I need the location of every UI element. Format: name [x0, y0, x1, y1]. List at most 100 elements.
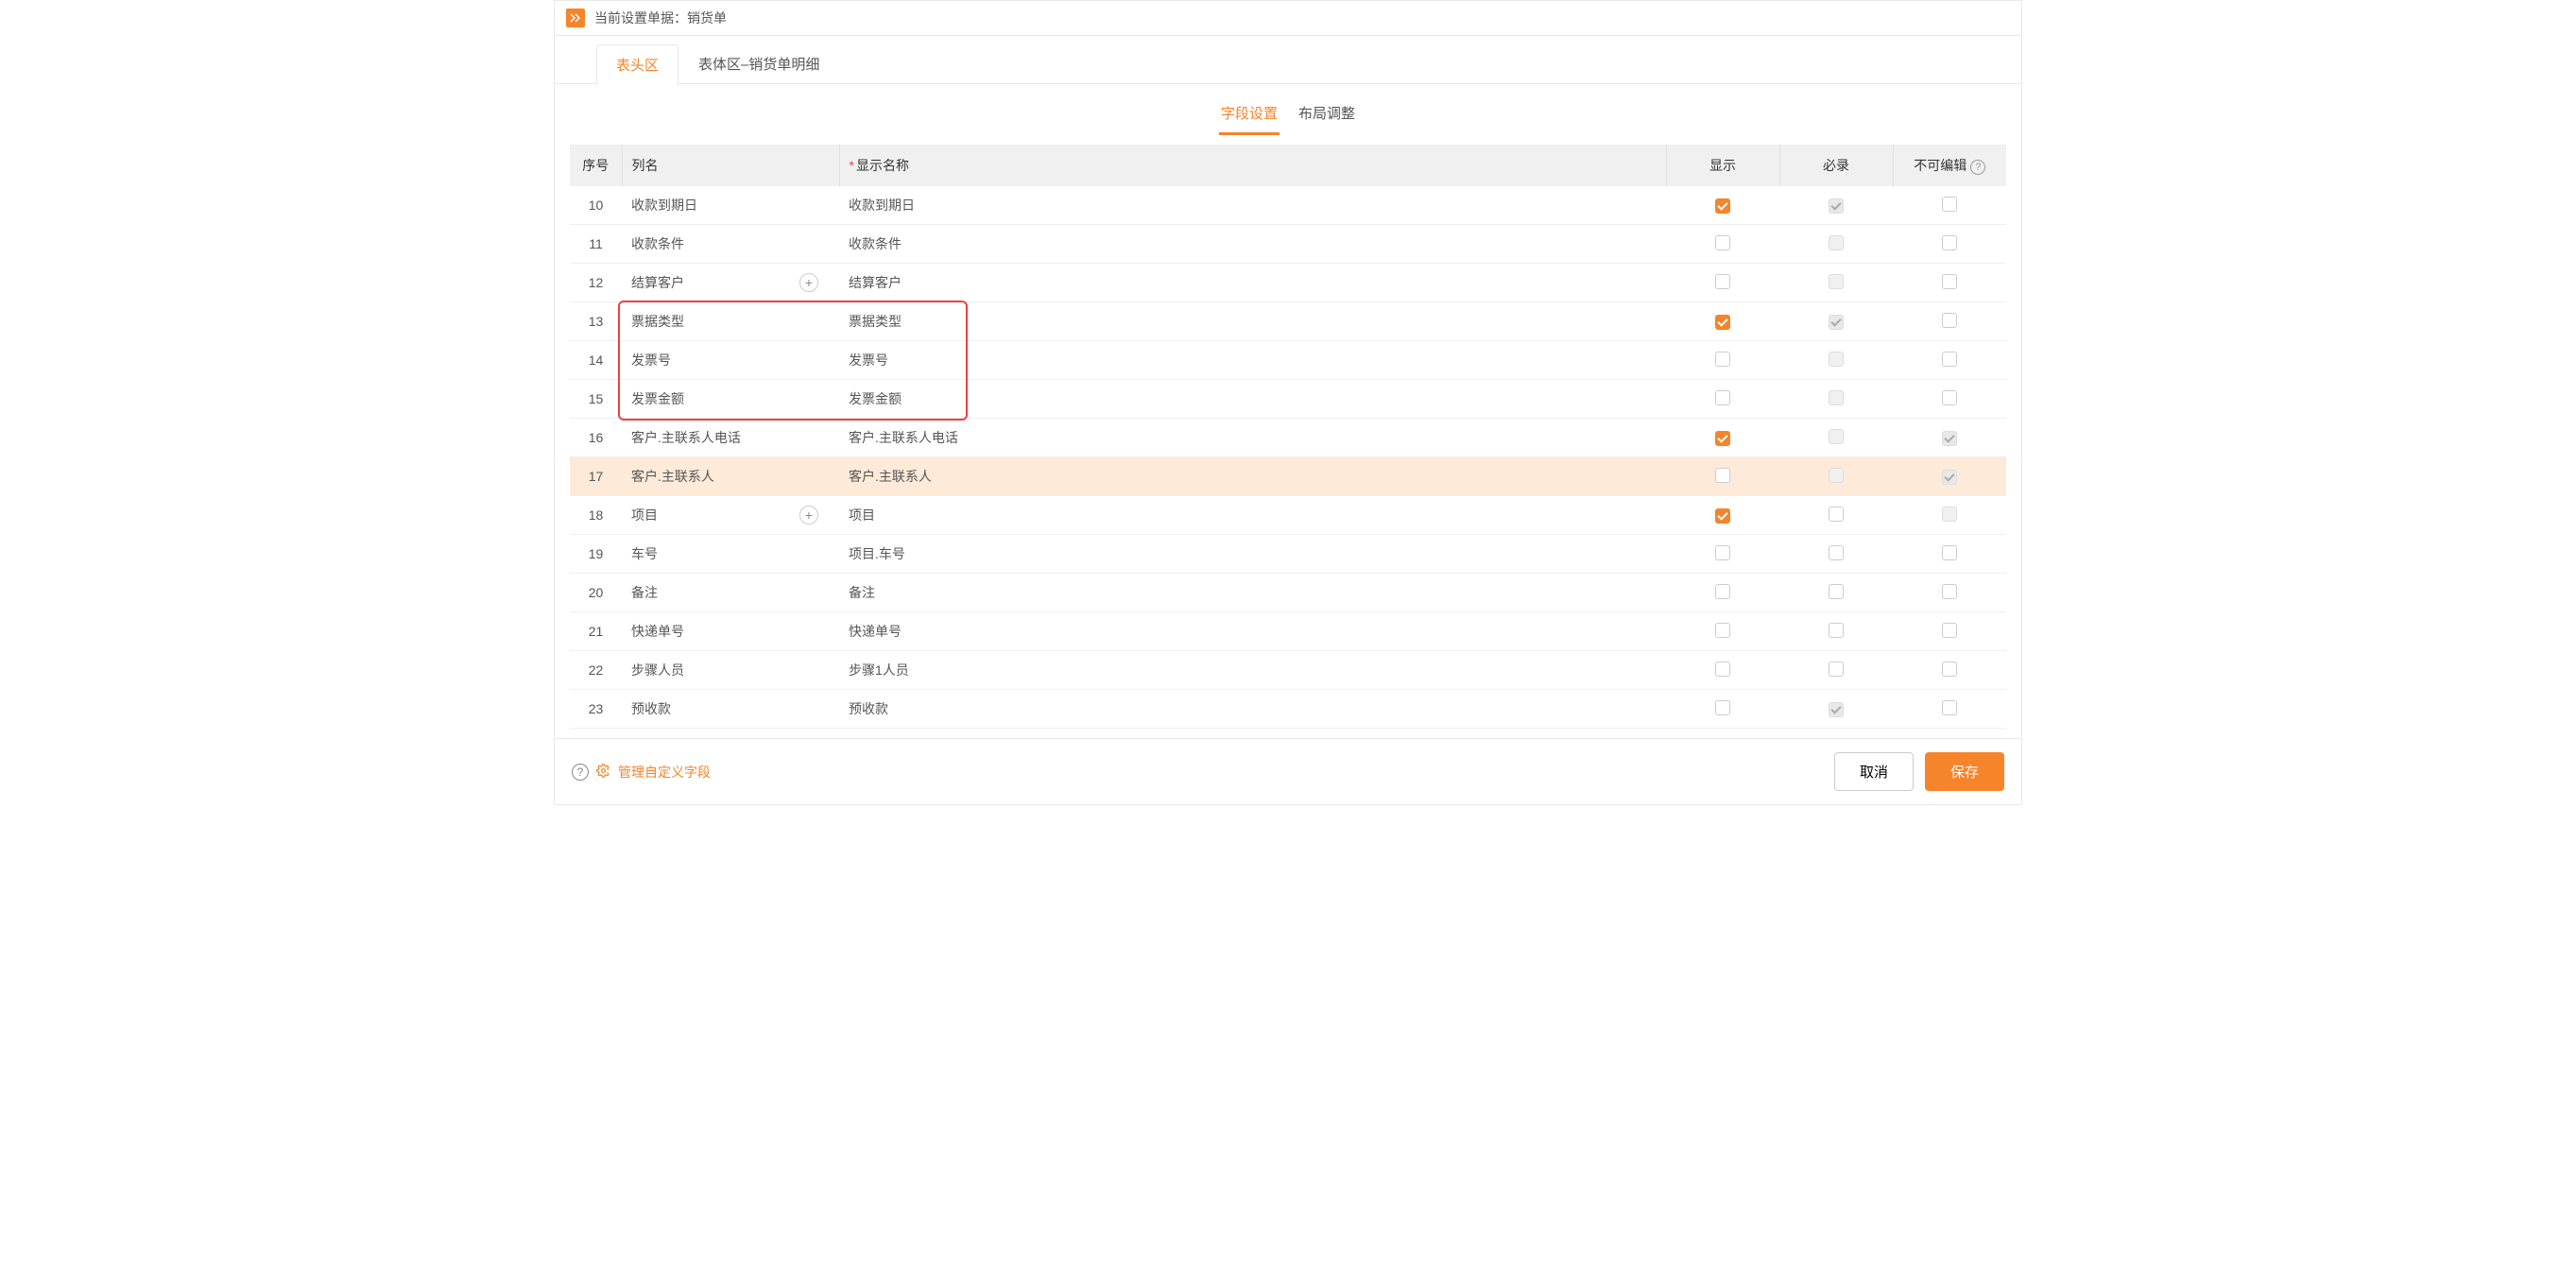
checkbox-required	[1829, 390, 1844, 405]
col-header-readonly: 不可编辑?	[1893, 145, 2006, 186]
footer: ? 管理自定义字段 取消 保存	[555, 738, 2021, 804]
table-row: 22步骤人员步骤1人员	[570, 651, 2006, 690]
row-seq: 18	[570, 496, 622, 535]
header-bar: 当前设置单据：销货单	[555, 1, 2021, 36]
add-sub-field-button[interactable]: +	[799, 273, 818, 292]
sub-tabs: 字段设置布局调整	[555, 84, 2021, 135]
row-display-name[interactable]: 客户.主联系人	[839, 457, 1666, 496]
checkbox-required	[1829, 702, 1844, 717]
collapse-button[interactable]	[566, 9, 585, 27]
manage-custom-fields-link[interactable]: 管理自定义字段	[618, 763, 711, 782]
row-col-name: 客户.主联系人电话	[622, 419, 839, 457]
checkbox-readonly[interactable]	[1942, 235, 1957, 250]
row-display-name[interactable]: 备注	[839, 574, 1666, 612]
row-display-name[interactable]: 客户.主联系人电话	[839, 419, 1666, 457]
row-display-name[interactable]: 发票号	[839, 341, 1666, 380]
table-row: 19车号项目.车号	[570, 535, 2006, 574]
checkbox-show[interactable]	[1715, 508, 1730, 524]
row-display-name[interactable]: 收款条件	[839, 225, 1666, 264]
table-row: 11收款条件收款条件	[570, 225, 2006, 264]
row-display-name[interactable]: 快递单号	[839, 612, 1666, 651]
checkbox-readonly[interactable]	[1942, 197, 1957, 212]
checkbox-required[interactable]	[1829, 584, 1844, 599]
table-row: 17客户.主联系人客户.主联系人	[570, 457, 2006, 496]
checkbox-required[interactable]	[1829, 545, 1844, 560]
row-display-name[interactable]: 发票金额	[839, 380, 1666, 419]
checkbox-readonly[interactable]	[1942, 274, 1957, 289]
checkbox-readonly	[1942, 470, 1957, 485]
cancel-button[interactable]: 取消	[1834, 752, 1914, 791]
row-display-name[interactable]: 票据类型	[839, 302, 1666, 341]
checkbox-readonly[interactable]	[1942, 313, 1957, 328]
checkbox-required	[1829, 429, 1844, 444]
checkbox-readonly[interactable]	[1942, 352, 1957, 367]
col-header-name: 列名	[622, 145, 839, 186]
help-icon[interactable]: ?	[1970, 160, 1985, 175]
table-row: 23预收款预收款	[570, 690, 2006, 729]
checkbox-show[interactable]	[1715, 431, 1730, 446]
checkbox-readonly[interactable]	[1942, 700, 1957, 715]
row-display-name[interactable]: 结算客户	[839, 264, 1666, 302]
row-col-name: 车号	[622, 535, 839, 574]
row-col-name: 步骤人员	[622, 651, 839, 690]
row-col-name: 快递单号	[622, 612, 839, 651]
checkbox-readonly[interactable]	[1942, 584, 1957, 599]
top-tab-1[interactable]: 表体区–销货单明细	[678, 43, 839, 84]
row-display-name[interactable]: 项目.车号	[839, 535, 1666, 574]
checkbox-show[interactable]	[1715, 315, 1730, 330]
checkbox-required	[1829, 352, 1844, 367]
row-display-name[interactable]: 步骤1人员	[839, 651, 1666, 690]
checkbox-show[interactable]	[1715, 352, 1730, 367]
row-seq: 13	[570, 302, 622, 341]
table-row: 18项目+项目	[570, 496, 2006, 535]
checkbox-readonly	[1942, 507, 1957, 522]
table-row: 13票据类型票据类型	[570, 302, 2006, 341]
checkbox-readonly[interactable]	[1942, 545, 1957, 560]
row-seq: 21	[570, 612, 622, 651]
row-seq: 16	[570, 419, 622, 457]
row-seq: 14	[570, 341, 622, 380]
row-col-name: 预收款	[622, 690, 839, 729]
row-display-name[interactable]: 收款到期日	[839, 186, 1666, 225]
checkbox-required[interactable]	[1829, 507, 1844, 522]
row-col-name: 项目+	[622, 496, 839, 535]
save-button[interactable]: 保存	[1925, 752, 2004, 791]
checkbox-required[interactable]	[1829, 623, 1844, 638]
checkbox-required	[1829, 198, 1844, 214]
checkbox-show[interactable]	[1715, 235, 1730, 250]
checkbox-required	[1829, 468, 1844, 483]
row-seq: 10	[570, 186, 622, 225]
checkbox-readonly[interactable]	[1942, 390, 1957, 405]
checkbox-readonly[interactable]	[1942, 623, 1957, 638]
checkbox-show[interactable]	[1715, 390, 1730, 405]
checkbox-show[interactable]	[1715, 700, 1730, 715]
checkbox-show[interactable]	[1715, 623, 1730, 638]
row-seq: 20	[570, 574, 622, 612]
col-header-display: *显示名称	[839, 145, 1666, 186]
checkbox-show[interactable]	[1715, 545, 1730, 560]
checkbox-show[interactable]	[1715, 468, 1730, 483]
col-header-show: 显示	[1666, 145, 1779, 186]
header-title: 当前设置单据：销货单	[594, 9, 727, 27]
sub-tab-1[interactable]: 布局调整	[1297, 97, 1357, 135]
row-col-name: 收款条件	[622, 225, 839, 264]
checkbox-required	[1829, 235, 1844, 250]
checkbox-show[interactable]	[1715, 584, 1730, 599]
row-display-name[interactable]: 项目	[839, 496, 1666, 535]
checkbox-show[interactable]	[1715, 198, 1730, 214]
add-sub-field-button[interactable]: +	[799, 506, 818, 524]
table-row: 20备注备注	[570, 574, 2006, 612]
top-tab-0[interactable]: 表头区	[596, 44, 678, 85]
row-col-name: 结算客户+	[622, 264, 839, 302]
table-row: 16客户.主联系人电话客户.主联系人电话	[570, 419, 2006, 457]
help-icon[interactable]: ?	[572, 764, 589, 781]
row-display-name[interactable]: 预收款	[839, 690, 1666, 729]
checkbox-readonly[interactable]	[1942, 662, 1957, 677]
checkbox-required[interactable]	[1829, 662, 1844, 677]
checkbox-required	[1829, 274, 1844, 289]
row-seq: 12	[570, 264, 622, 302]
row-seq: 15	[570, 380, 622, 419]
checkbox-show[interactable]	[1715, 274, 1730, 289]
sub-tab-0[interactable]: 字段设置	[1219, 97, 1279, 135]
checkbox-show[interactable]	[1715, 662, 1730, 677]
